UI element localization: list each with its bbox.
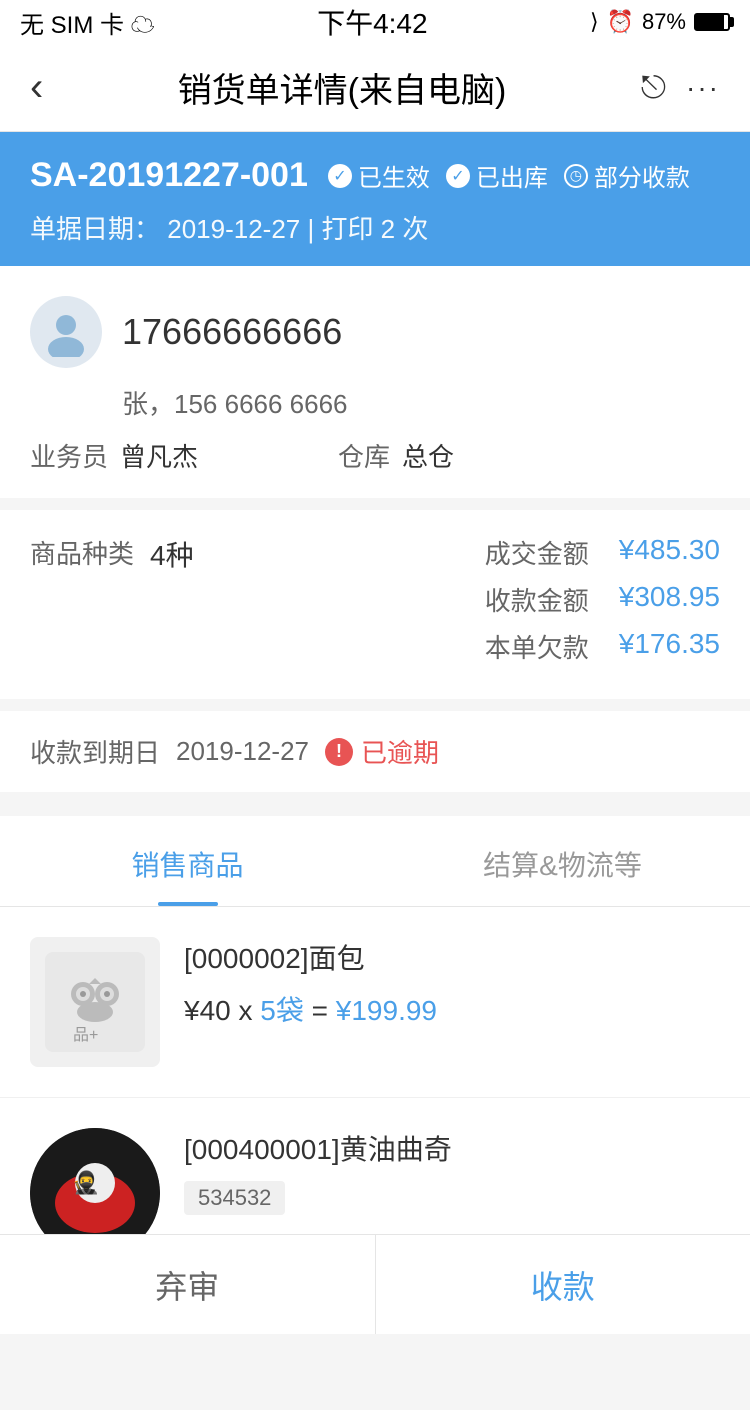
product-total-1: ¥199.99 [336, 995, 437, 1026]
trading-amount-label: 成交金额 [485, 534, 589, 571]
overdue-text: 已逾期 [361, 733, 439, 770]
product-type-label: 商品种类 [30, 534, 134, 574]
product-price-1: ¥40 x 5袋 = ¥199.99 [184, 989, 720, 1029]
trading-amount-row: 成交金额 ¥485.30 [485, 534, 720, 571]
customer-top: 17666666666 [30, 296, 720, 368]
location-icon: ⟩ [590, 9, 599, 35]
sales-value: 曾凡杰 [120, 437, 198, 474]
order-date-value: 2019-12-27 [167, 214, 300, 244]
order-date-row: 单据日期： 2019-12-27 | 打印 2 次 [30, 209, 720, 246]
badge-shipped-label: 已出库 [476, 158, 548, 193]
warehouse-label: 仓库 [338, 437, 390, 474]
nav-bar: ‹ 销货单详情(来自电脑) ⎋ ··· [0, 44, 750, 132]
due-date-label: 收款到期日 [30, 733, 160, 770]
more-icon[interactable]: ··· [686, 72, 720, 104]
order-id: SA-20191227-001 [30, 156, 308, 195]
badge-active-label: 已生效 [358, 158, 430, 193]
badge-partial-label: 部分收款 [594, 158, 690, 193]
order-date-label: 单据日期： [30, 214, 160, 244]
debt-label: 本单欠款 [485, 628, 589, 665]
badge-shipped: ✓ 已出库 [446, 158, 548, 193]
product-type-row: 商品种类 4种 [30, 534, 194, 574]
badge-partial: ◷ 部分收款 [564, 158, 690, 193]
check-icon-2: ✓ [446, 164, 470, 188]
alarm-icon: ⏰ [607, 9, 634, 35]
product-unit-price-1: ¥40 [184, 995, 231, 1026]
back-button[interactable]: ‹ [30, 65, 43, 110]
status-bar-time: 下午4:42 [317, 2, 428, 42]
product-img-1: 品+ [30, 937, 160, 1067]
customer-sub: 张，156 6666 6666 [30, 384, 720, 421]
svg-text:🥷: 🥷 [72, 1170, 99, 1195]
debt-row: 本单欠款 ¥176.35 [485, 628, 720, 665]
divider [0, 804, 750, 816]
confirm-button[interactable]: 收款 [376, 1235, 750, 1334]
order-badges: ✓ 已生效 ✓ 已出库 ◷ 部分收款 [328, 158, 690, 193]
warehouse: 仓库 总仓 [338, 437, 454, 474]
summary-right: 成交金额 ¥485.30 收款金额 ¥308.95 本单欠款 ¥176.35 [485, 534, 720, 675]
summary-section: 商品种类 4种 成交金额 ¥485.30 收款金额 ¥308.95 本单欠款 ¥… [0, 510, 750, 699]
product-multiply-1: x [239, 995, 261, 1026]
battery-icon [694, 13, 730, 31]
tab-sales-products[interactable]: 销售商品 [0, 816, 375, 906]
avatar [30, 296, 102, 368]
debt-value: ¥176.35 [619, 628, 720, 665]
sales-person: 业务员 曾凡杰 [30, 437, 198, 474]
customer-meta: 业务员 曾凡杰 仓库 总仓 [30, 437, 720, 474]
product-batch-2: 534532 [184, 1181, 285, 1215]
tab-settlement[interactable]: 结算&物流等 [375, 816, 750, 906]
cancel-button[interactable]: 弃审 [0, 1235, 376, 1334]
tabs-row: 销售商品 结算&物流等 [0, 816, 750, 906]
svg-text:品+: 品+ [73, 1027, 98, 1044]
product-type-value: 4种 [150, 534, 194, 574]
product-qty-1: 5袋 [260, 995, 304, 1026]
customer-id: 17666666666 [122, 311, 342, 353]
product-name-1: [0000002]面包 [184, 937, 720, 977]
received-amount-value: ¥308.95 [619, 581, 720, 618]
received-amount-label: 收款金额 [485, 581, 589, 618]
sim-status: 无 SIM 卡 ☁ [20, 5, 155, 40]
product-placeholder-img: 品+ [45, 952, 145, 1052]
status-bar-right: ⟩ ⏰ 87% [590, 9, 730, 35]
overdue-badge: ! 已逾期 [325, 733, 439, 770]
product-item-1: 品+ [0000002]面包 ¥40 x 5袋 = ¥199.99 [0, 907, 750, 1098]
order-header: SA-20191227-001 ✓ 已生效 ✓ 已出库 ◷ 部分收款 单据日期：… [0, 132, 750, 266]
sales-label: 业务员 [30, 437, 108, 474]
tabs-section: 销售商品 结算&物流等 [0, 816, 750, 907]
nav-title: 销货单详情(来自电脑) [178, 63, 507, 112]
due-section: 收款到期日 2019-12-27 ! 已逾期 [0, 711, 750, 792]
status-bar: 无 SIM 卡 ☁ 下午4:42 ⟩ ⏰ 87% [0, 0, 750, 44]
product-name-2: [000400001]黄油曲奇 [184, 1128, 720, 1168]
summary-left: 商品种类 4种 [30, 534, 194, 574]
clock-icon: ◷ [564, 164, 588, 188]
warehouse-value: 总仓 [402, 437, 454, 474]
check-icon-1: ✓ [328, 164, 352, 188]
due-date-value: 2019-12-27 [176, 736, 309, 767]
received-amount-row: 收款金额 ¥308.95 [485, 581, 720, 618]
status-bar-left: 无 SIM 卡 ☁ [20, 5, 155, 40]
battery-status: 87% [642, 9, 686, 35]
share-icon[interactable]: ⎋ [641, 69, 666, 107]
nav-left: ‹ [30, 65, 43, 110]
trading-amount-value: ¥485.30 [619, 534, 720, 571]
bottom-bar: 弃审 收款 [0, 1234, 750, 1334]
nav-right: ⎋ ··· [641, 69, 720, 107]
order-print-info: | 打印 2 次 [307, 214, 428, 244]
product-equals-1: = [312, 995, 336, 1026]
avatar-icon [41, 307, 91, 357]
overdue-icon: ! [325, 738, 353, 766]
product-info-1: [0000002]面包 ¥40 x 5袋 = ¥199.99 [184, 937, 720, 1029]
badge-active: ✓ 已生效 [328, 158, 430, 193]
customer-section: 17666666666 张，156 6666 6666 业务员 曾凡杰 仓库 总… [0, 266, 750, 498]
